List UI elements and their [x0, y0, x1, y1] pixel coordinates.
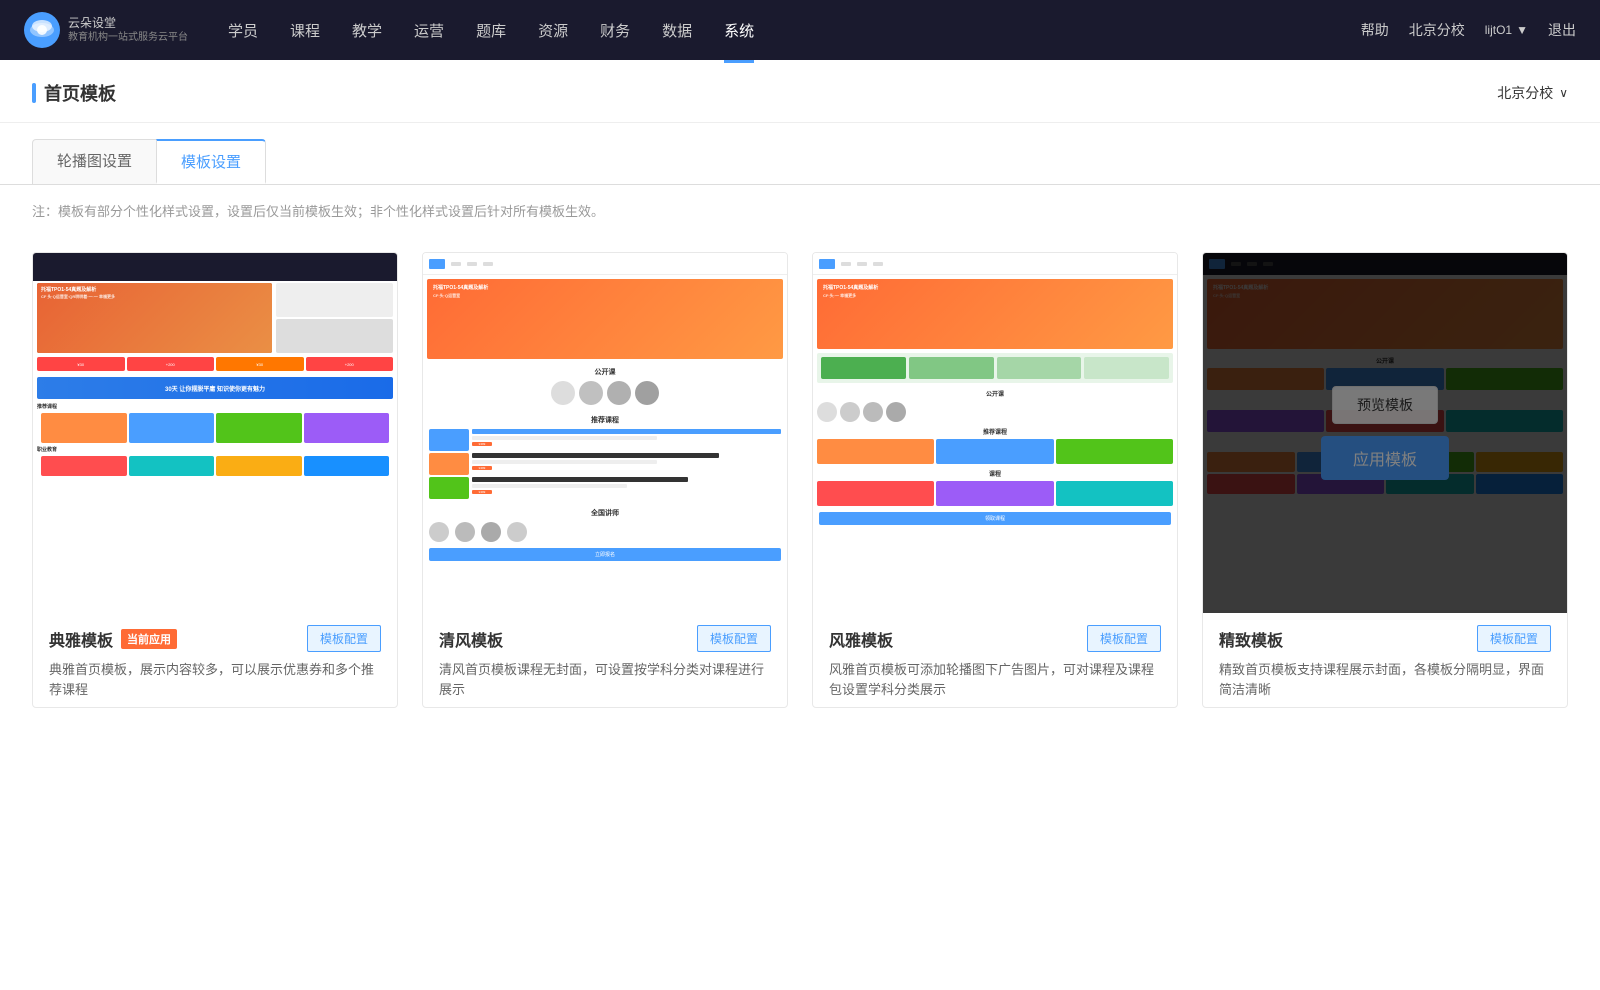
config-button-1[interactable]: 模板配置 [307, 625, 381, 652]
nav-item-finance[interactable]: 财务 [600, 16, 630, 45]
nav-logout[interactable]: 退出 [1548, 20, 1576, 40]
template-desc-1: 典雅首页模板，展示内容较多，可以展示优惠券和多个推荐课程 [49, 660, 381, 699]
nav-school[interactable]: 北京分校 [1409, 20, 1465, 40]
template-name-2: 清风模板 [439, 627, 503, 651]
template-preview-3: 托福TPO1-54真题及解析 CF·头·一 幸福更多 公开课 [813, 253, 1177, 613]
template-desc-2: 清风首页模板课程无封面，可设置按学科分类对课程进行展示 [439, 660, 771, 699]
template-desc-3: 风雅首页模板可添加轮播图下广告图片，可对课程及课程包设置学科分类展示 [829, 660, 1161, 699]
nav-item-resources[interactable]: 资源 [538, 16, 568, 45]
page-title: 首页模板 [32, 80, 116, 106]
nav-item-operations[interactable]: 运营 [414, 16, 444, 45]
nav-user[interactable]: lijtO1 ▼ [1485, 23, 1528, 37]
nav-item-questions[interactable]: 题库 [476, 16, 506, 45]
template-desc-4: 精致首页模板支持课程展示封面，各模板分隔明显，界面简洁清晰 [1219, 660, 1551, 699]
nav-item-students[interactable]: 学员 [228, 16, 258, 45]
templates-grid: 托福TPO1-54真题及解析 CF 头·Q运营室·QR哄哄着·一·一 幸福更多 … [0, 236, 1600, 748]
template-footer-1: 典雅模板 当前应用 模板配置 典雅首页模板，展示内容较多，可以展示优惠券和多个推… [33, 613, 397, 707]
tab-carousel[interactable]: 轮播图设置 [32, 139, 157, 184]
preview-button[interactable]: 预览模板 [1332, 386, 1438, 424]
tab-template[interactable]: 模板设置 [156, 139, 266, 184]
badge-current: 当前应用 [121, 629, 177, 649]
logo-icon [24, 12, 60, 48]
nav-item-teaching[interactable]: 教学 [352, 16, 382, 45]
template-overlay: 预览模板 应用模板 [1321, 386, 1449, 480]
template-preview-1: 托福TPO1-54真题及解析 CF 头·Q运营室·QR哄哄着·一·一 幸福更多 … [33, 253, 397, 613]
template-footer-2: 清风模板 模板配置 清风首页模板课程无封面，可设置按学科分类对课程进行展示 [423, 613, 787, 707]
template-name-3: 风雅模板 [829, 627, 893, 651]
page-container: 首页模板 北京分校 ∨ 轮播图设置 模板设置 注：模板有部分个性化样式设置，设置… [0, 60, 1600, 990]
page-header: 首页模板 北京分校 ∨ [0, 60, 1600, 123]
school-selector[interactable]: 北京分校 ∨ [1497, 83, 1568, 103]
template-card-jingzhimban: 托福TPO1-54真题及解析 CF·头·Q运营室 公开课 推荐课程 [1202, 252, 1568, 708]
config-button-4[interactable]: 模板配置 [1477, 625, 1551, 652]
t1-banner-text: 30天 让你摆脱平庸 知识使你更有魅力 [37, 377, 393, 399]
nav-item-courses[interactable]: 课程 [290, 16, 320, 45]
template-footer-3: 风雅模板 模板配置 风雅首页模板可添加轮播图下广告图片，可对课程及课程包设置学科… [813, 613, 1177, 707]
nav-logo: 云朵设堂 教育机构一站式服务云平台 [24, 12, 188, 48]
template-footer-4: 精致模板 模板配置 精致首页模板支持课程展示封面，各模板分隔明显，界面简洁清晰 [1203, 613, 1567, 707]
config-button-2[interactable]: 模板配置 [697, 625, 771, 652]
nav-menu: 学员 课程 教学 运营 题库 资源 财务 数据 系统 [228, 16, 1361, 45]
navbar: 云朵设堂 教育机构一站式服务云平台 学员 课程 教学 运营 题库 资源 财务 数… [0, 0, 1600, 60]
template-preview-4: 托福TPO1-54真题及解析 CF·头·Q运营室 公开课 推荐课程 [1203, 253, 1567, 613]
nav-item-data[interactable]: 数据 [662, 16, 692, 45]
template-preview-2: 托福TPO1-54真题及解析 CF·头·Q运营室 公开课 推荐课程 [423, 253, 787, 613]
template-name-1: 典雅模板 当前应用 [49, 627, 177, 651]
nav-help[interactable]: 帮助 [1361, 20, 1389, 40]
chevron-down-icon: ∨ [1559, 86, 1568, 100]
template-card-fengyamban: 托福TPO1-54真题及解析 CF·头·一 幸福更多 公开课 [812, 252, 1178, 708]
nav-right: 帮助 北京分校 lijtO1 ▼ 退出 [1361, 20, 1576, 40]
tabs-container: 轮播图设置 模板设置 [0, 123, 1600, 185]
template-card-diangyamban: 托福TPO1-54真题及解析 CF 头·Q运营室·QR哄哄着·一·一 幸福更多 … [32, 252, 398, 708]
config-button-3[interactable]: 模板配置 [1087, 625, 1161, 652]
template-card-qingfengmban: 托福TPO1-54真题及解析 CF·头·Q运营室 公开课 推荐课程 [422, 252, 788, 708]
logo-text: 云朵设堂 教育机构一站式服务云平台 [68, 16, 188, 45]
apply-button[interactable]: 应用模板 [1321, 436, 1449, 480]
note-text: 注：模板有部分个性化样式设置，设置后仅当前模板生效；非个性化样式设置后针对所有模… [0, 185, 1600, 236]
template-name-4: 精致模板 [1219, 627, 1283, 651]
nav-item-system[interactable]: 系统 [724, 16, 754, 45]
